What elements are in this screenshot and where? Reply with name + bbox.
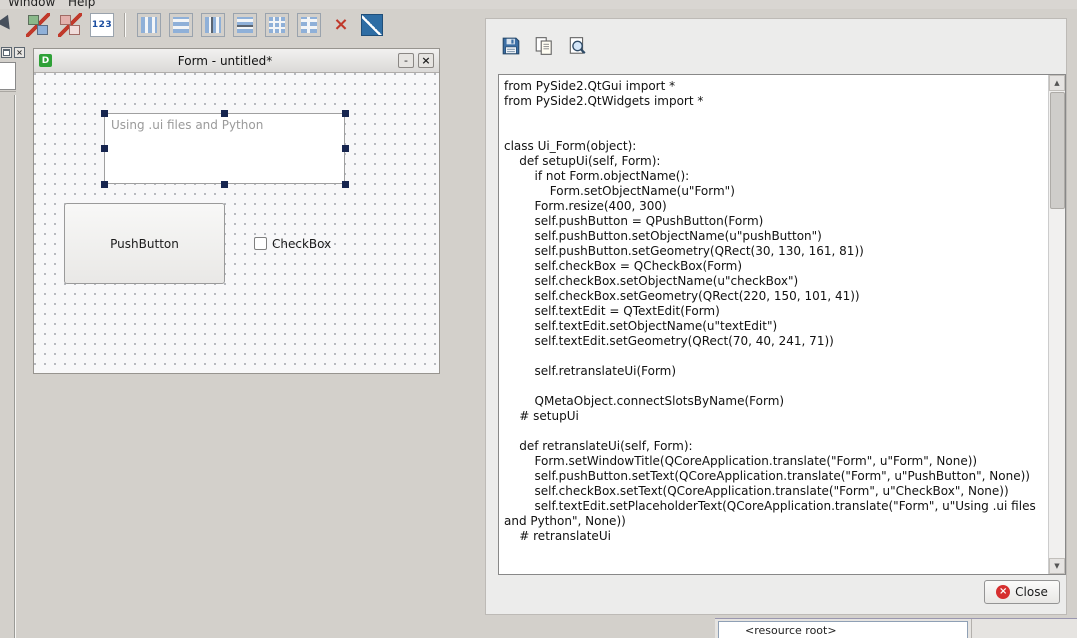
- dock-float-icon[interactable]: [1, 47, 12, 58]
- checkbox-label: CheckBox: [272, 237, 331, 251]
- selection-handle[interactable]: [342, 181, 349, 188]
- save-code-button[interactable]: [498, 33, 524, 59]
- menu-window[interactable]: Window: [8, 0, 55, 9]
- find-icon: [567, 36, 587, 56]
- desktop: Window Help 123 × × D Form - untitled* - …: [0, 0, 1077, 638]
- layout-vertical-icon[interactable]: [169, 13, 193, 37]
- resource-tree[interactable]: <resource root>: [718, 621, 968, 638]
- layout-horizontal-icon[interactable]: [137, 13, 161, 37]
- dock-divider-horizontal: [0, 91, 16, 92]
- resource-pane-divider: [971, 619, 972, 638]
- resource-browser: <resource root>: [715, 618, 1077, 638]
- checkbox-indicator[interactable]: [254, 237, 267, 250]
- code-text[interactable]: from PySide2.QtGui import * from PySide2…: [499, 75, 1048, 574]
- form-minimize-button[interactable]: -: [398, 53, 414, 68]
- save-icon: [501, 36, 521, 56]
- form-close-button[interactable]: ×: [418, 53, 434, 68]
- dock-float-glyph: [3, 49, 10, 56]
- code-area[interactable]: from PySide2.QtGui import * from PySide2…: [498, 74, 1066, 575]
- textedit-widget[interactable]: Using .ui files and Python: [104, 113, 345, 184]
- selection-handle[interactable]: [101, 181, 108, 188]
- selection-handle[interactable]: [342, 110, 349, 117]
- selection-handle[interactable]: [342, 145, 349, 152]
- edit-widgets-icon[interactable]: [0, 13, 18, 37]
- break-layout-icon[interactable]: ×: [329, 13, 353, 37]
- close-x-icon: ×: [996, 585, 1010, 599]
- checkbox-widget[interactable]: CheckBox: [254, 223, 355, 264]
- widgetbox-filter-fragment[interactable]: [0, 62, 16, 90]
- textedit-placeholder: Using .ui files and Python: [105, 114, 344, 136]
- form-window-titlebar[interactable]: D Form - untitled* - ×: [34, 49, 439, 73]
- menu-help[interactable]: Help: [68, 0, 95, 9]
- resource-root-item[interactable]: <resource root>: [719, 622, 967, 637]
- layout-splitter-horizontal-icon[interactable]: [201, 13, 225, 37]
- copy-icon: [534, 36, 554, 56]
- layout-grid-icon[interactable]: [265, 13, 289, 37]
- selection-handle[interactable]: [101, 110, 108, 117]
- layout-form-icon[interactable]: [297, 13, 321, 37]
- adjust-size-icon[interactable]: [361, 14, 383, 36]
- edit-signals-slots-icon[interactable]: [26, 13, 50, 37]
- dock-close-icon[interactable]: ×: [14, 47, 25, 58]
- close-button-label: Close: [1015, 585, 1048, 599]
- selection-handle[interactable]: [221, 110, 228, 117]
- selection-handle[interactable]: [101, 145, 108, 152]
- form-window-title: Form - untitled*: [56, 54, 394, 68]
- toolbar-separator: [122, 13, 129, 37]
- vertical-scrollbar[interactable]: ▲ ▼: [1048, 75, 1065, 574]
- find-code-button[interactable]: [564, 33, 590, 59]
- form-canvas[interactable]: Using .ui files and Python PushButton Ch…: [34, 73, 439, 373]
- scroll-up-arrow[interactable]: ▲: [1049, 75, 1065, 91]
- main-toolbar: 123 ×: [0, 13, 383, 37]
- scroll-down-arrow[interactable]: ▼: [1049, 558, 1065, 574]
- dock-divider: [14, 95, 16, 638]
- pushbutton-widget[interactable]: PushButton: [64, 203, 225, 284]
- edit-buddies-icon[interactable]: [58, 13, 82, 37]
- code-dialog-toolbar: [498, 33, 590, 59]
- close-button[interactable]: × Close: [984, 580, 1060, 604]
- edit-tab-order-icon[interactable]: 123: [90, 13, 114, 37]
- view-code-dialog: from PySide2.QtGui import * from PySide2…: [485, 18, 1067, 615]
- scroll-thumb[interactable]: [1050, 92, 1065, 209]
- form-file-icon: D: [39, 54, 52, 67]
- menubar: Window Help: [0, 0, 1077, 9]
- selection-handle[interactable]: [221, 181, 228, 188]
- layout-splitter-vertical-icon[interactable]: [233, 13, 257, 37]
- copy-code-button[interactable]: [531, 33, 557, 59]
- form-window: D Form - untitled* - × Using .ui files a…: [33, 48, 440, 374]
